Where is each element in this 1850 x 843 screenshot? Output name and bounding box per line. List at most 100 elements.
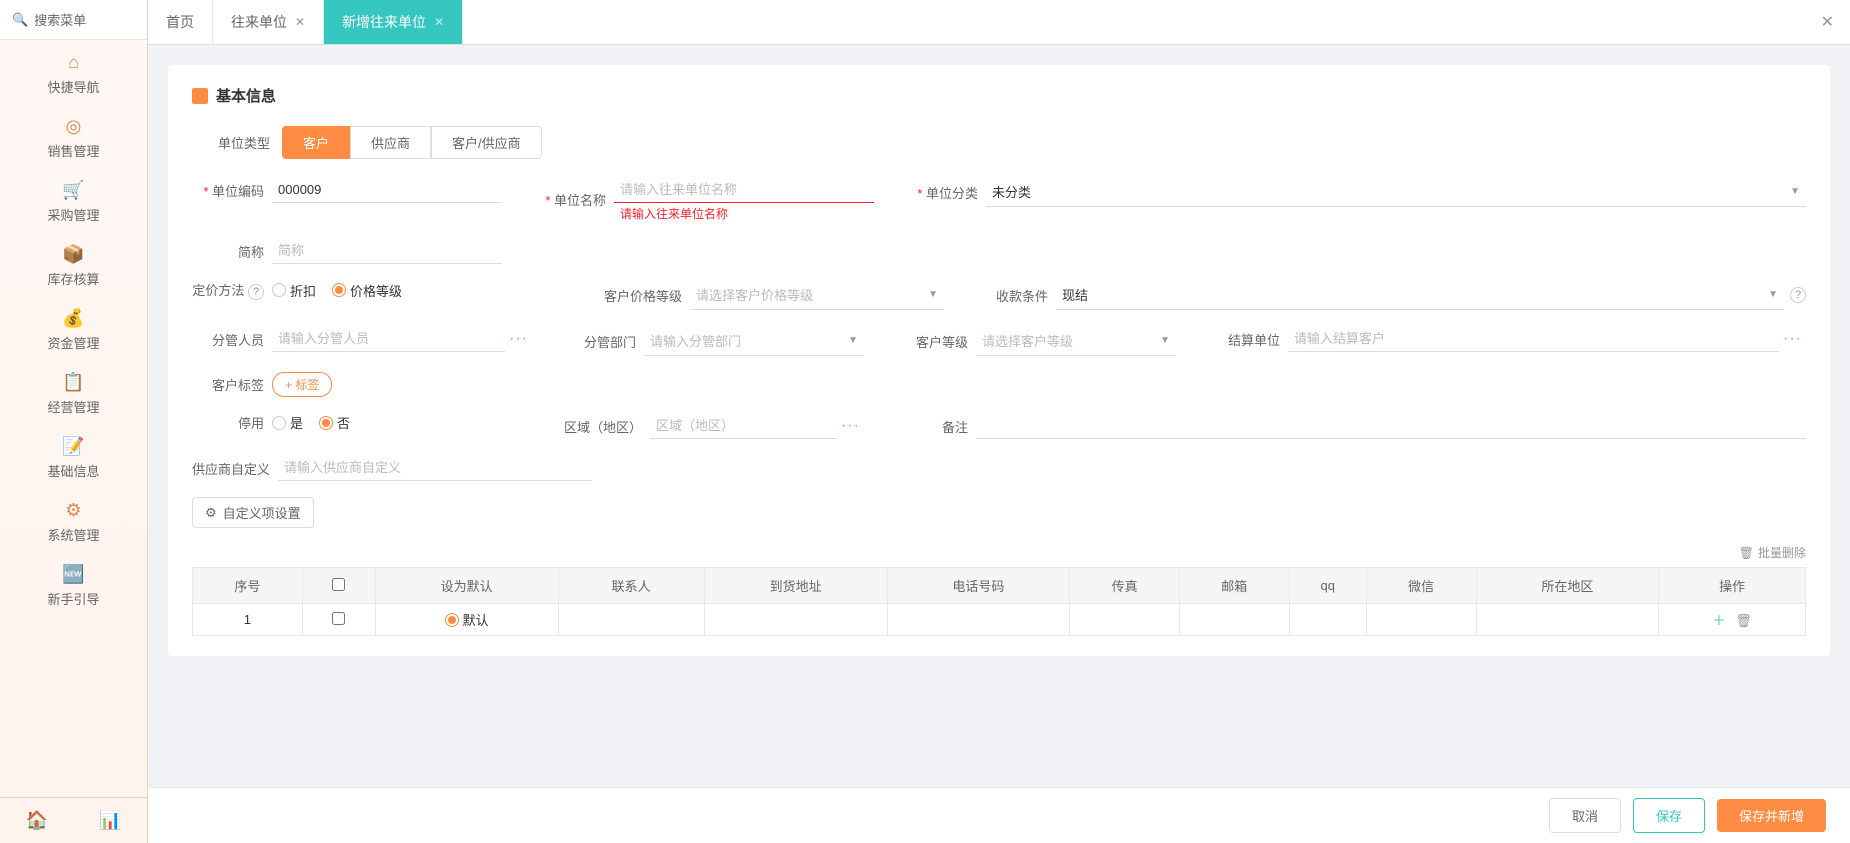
unit-category-label: 单位分类 xyxy=(906,183,986,202)
inventory-icon: 📦 xyxy=(62,244,84,265)
sidebar-bottom-home[interactable]: 🏠 xyxy=(0,806,74,835)
sidebar-item-system[interactable]: ⚙ 系统管理 xyxy=(0,488,147,552)
delete-row-icon[interactable]: 🗑 xyxy=(1735,613,1752,628)
form-row-3: 定价方法 ? 折扣 价格等级 xyxy=(192,280,1806,310)
payment-help-icon[interactable]: ? xyxy=(1790,287,1806,303)
basic-info-icon: 📝 xyxy=(62,436,84,457)
sidebar-item-label: 系统管理 xyxy=(47,525,99,544)
select-all-checkbox[interactable] xyxy=(332,578,345,591)
customer-price-level-field: 客户价格等级 请选择客户价格等级 ▼ xyxy=(604,280,944,310)
sidebar-item-sales[interactable]: ◎ 销售管理 xyxy=(0,104,147,168)
add-row-icon[interactable]: ＋ xyxy=(1713,613,1726,628)
sidebar-item-guide[interactable]: 🆕 新手引导 xyxy=(0,552,147,616)
unit-name-error: 请输入往来单位名称 xyxy=(614,205,874,222)
cell-seq: 1 xyxy=(193,604,303,636)
sidebar-item-label: 快捷导航 xyxy=(47,77,99,96)
radio-discount-outer xyxy=(272,283,286,297)
sidebar-item-funds[interactable]: 💰 资金管理 xyxy=(0,296,147,360)
supplier-custom-input[interactable] xyxy=(278,455,592,481)
tab-new-partner[interactable]: 新增往来单位 ✕ xyxy=(324,0,463,44)
region-more-icon[interactable]: ··· xyxy=(837,417,864,435)
batch-delete-button[interactable]: 🗑 批量删除 xyxy=(1739,544,1806,561)
settlement-unit-field: 结算单位 ··· xyxy=(1208,326,1806,352)
row-checkbox[interactable] xyxy=(332,612,345,625)
customer-price-level-select[interactable]: 请选择客户价格等级 ▼ xyxy=(690,280,944,310)
customer-tag-label: 客户标签 xyxy=(192,375,272,394)
region-input[interactable] xyxy=(650,413,837,439)
remarks-input[interactable] xyxy=(976,413,1806,439)
add-tag-label: + 标签 xyxy=(285,376,319,393)
tab-new-partner-close[interactable]: ✕ xyxy=(434,15,444,29)
settlement-unit-input[interactable] xyxy=(1288,326,1779,352)
tab-partners[interactable]: 往来单位 ✕ xyxy=(213,0,324,44)
table-toolbar: 🗑 批量删除 xyxy=(192,544,1806,561)
unit-name-input[interactable] xyxy=(614,177,874,203)
remarks-label: 备注 xyxy=(896,417,976,436)
default-radio-inner xyxy=(448,616,456,624)
sidebar-item-label: 采购管理 xyxy=(47,205,99,224)
window-close-button[interactable]: ✕ xyxy=(1805,0,1850,44)
custom-settings-button[interactable]: ⚙ 自定义项设置 xyxy=(192,497,314,528)
radio-yes[interactable]: 是 xyxy=(272,413,303,432)
cell-checkbox xyxy=(302,604,375,636)
manager-field: 分管人员 ··· xyxy=(192,326,532,352)
sidebar-item-quick-nav[interactable]: ⌂ 快捷导航 xyxy=(0,40,147,104)
add-tag-button[interactable]: + 标签 xyxy=(272,372,332,397)
disabled-radio-group: 是 否 xyxy=(272,413,350,432)
unit-category-field: 单位分类 未分类 ▼ xyxy=(906,177,1806,207)
type-btn-supplier[interactable]: 供应商 xyxy=(350,126,431,159)
unit-code-field: 单位编码 xyxy=(192,177,502,203)
radio-price-level[interactable]: 价格等级 xyxy=(332,281,402,300)
radio-price-level-inner xyxy=(335,286,343,294)
sidebar-item-label: 库存核算 xyxy=(47,269,99,288)
purchase-icon: 🛒 xyxy=(62,180,84,201)
radio-discount[interactable]: 折扣 xyxy=(272,281,316,300)
save-button[interactable]: 保存 xyxy=(1633,798,1705,833)
pricing-help-icon[interactable]: ? xyxy=(248,284,264,300)
region-field: 区域（地区） ··· xyxy=(564,413,864,439)
sidebar-item-operations[interactable]: 📋 经营管理 xyxy=(0,360,147,424)
tab-partners-close[interactable]: ✕ xyxy=(295,15,305,29)
settings-btn-label: 自定义项设置 xyxy=(223,503,301,522)
customer-level-select[interactable]: 请选择客户等级 ▼ xyxy=(976,326,1176,356)
sidebar-search[interactable]: 🔍 搜索菜单 xyxy=(0,0,147,40)
cancel-button[interactable]: 取消 xyxy=(1549,798,1621,833)
sidebar-item-inventory[interactable]: 📦 库存核算 xyxy=(0,232,147,296)
tab-bar: 首页 往来单位 ✕ 新增往来单位 ✕ ✕ xyxy=(148,0,1850,45)
form-card: 基本信息 单位类型 客户 供应商 客户/供应商 单位编码 单位名称 xyxy=(168,65,1830,656)
type-btn-both[interactable]: 客户/供应商 xyxy=(431,126,542,159)
cell-actions: ＋ 🗑 xyxy=(1659,604,1806,636)
col-actions: 操作 xyxy=(1659,568,1806,604)
pricing-method-label: 定价方法 ? xyxy=(192,280,272,300)
remarks-field: 备注 xyxy=(896,413,1806,439)
radio-no[interactable]: 否 xyxy=(319,413,350,432)
type-btn-customer[interactable]: 客户 xyxy=(282,126,350,159)
manager-more-icon[interactable]: ··· xyxy=(505,330,532,348)
tab-home[interactable]: 首页 xyxy=(148,0,213,44)
cell-address xyxy=(704,604,887,636)
sidebar-item-basic-info[interactable]: 📝 基础信息 xyxy=(0,424,147,488)
payment-terms-select[interactable]: 现结 ▼ xyxy=(1056,280,1784,310)
radio-yes-outer xyxy=(272,416,286,430)
form-row-6: 停用 是 否 xyxy=(192,413,1806,439)
col-email: 邮箱 xyxy=(1179,568,1289,604)
save-and-new-button[interactable]: 保存并新增 xyxy=(1717,799,1826,832)
department-field: 分管部门 请输入分管部门 ▼ xyxy=(564,326,864,356)
sidebar-item-label: 资金管理 xyxy=(47,333,99,352)
cell-wechat xyxy=(1366,604,1476,636)
chevron-down-icon5: ▼ xyxy=(1160,335,1170,346)
sidebar-bottom-stats[interactable]: 📊 xyxy=(74,806,148,835)
department-select[interactable]: 请输入分管部门 ▼ xyxy=(644,326,864,356)
unit-name-label: 单位名称 xyxy=(534,190,614,209)
batch-delete-label: 批量删除 xyxy=(1758,544,1806,561)
short-name-input[interactable] xyxy=(272,238,502,264)
settlement-more-icon[interactable]: ··· xyxy=(1779,330,1806,348)
chevron-down-icon2: ▼ xyxy=(928,289,938,300)
default-radio[interactable]: 默认 xyxy=(382,610,552,629)
unit-category-select[interactable]: 未分类 ▼ xyxy=(986,177,1806,207)
main-area: 首页 往来单位 ✕ 新增往来单位 ✕ ✕ 基本信息 单位类型 客户 供应商 客户… xyxy=(148,0,1850,843)
sidebar-item-purchase[interactable]: 🛒 采购管理 xyxy=(0,168,147,232)
form-content: 基本信息 单位类型 客户 供应商 客户/供应商 单位编码 单位名称 xyxy=(148,45,1850,787)
unit-code-input[interactable] xyxy=(272,177,502,203)
manager-input[interactable] xyxy=(272,326,505,352)
